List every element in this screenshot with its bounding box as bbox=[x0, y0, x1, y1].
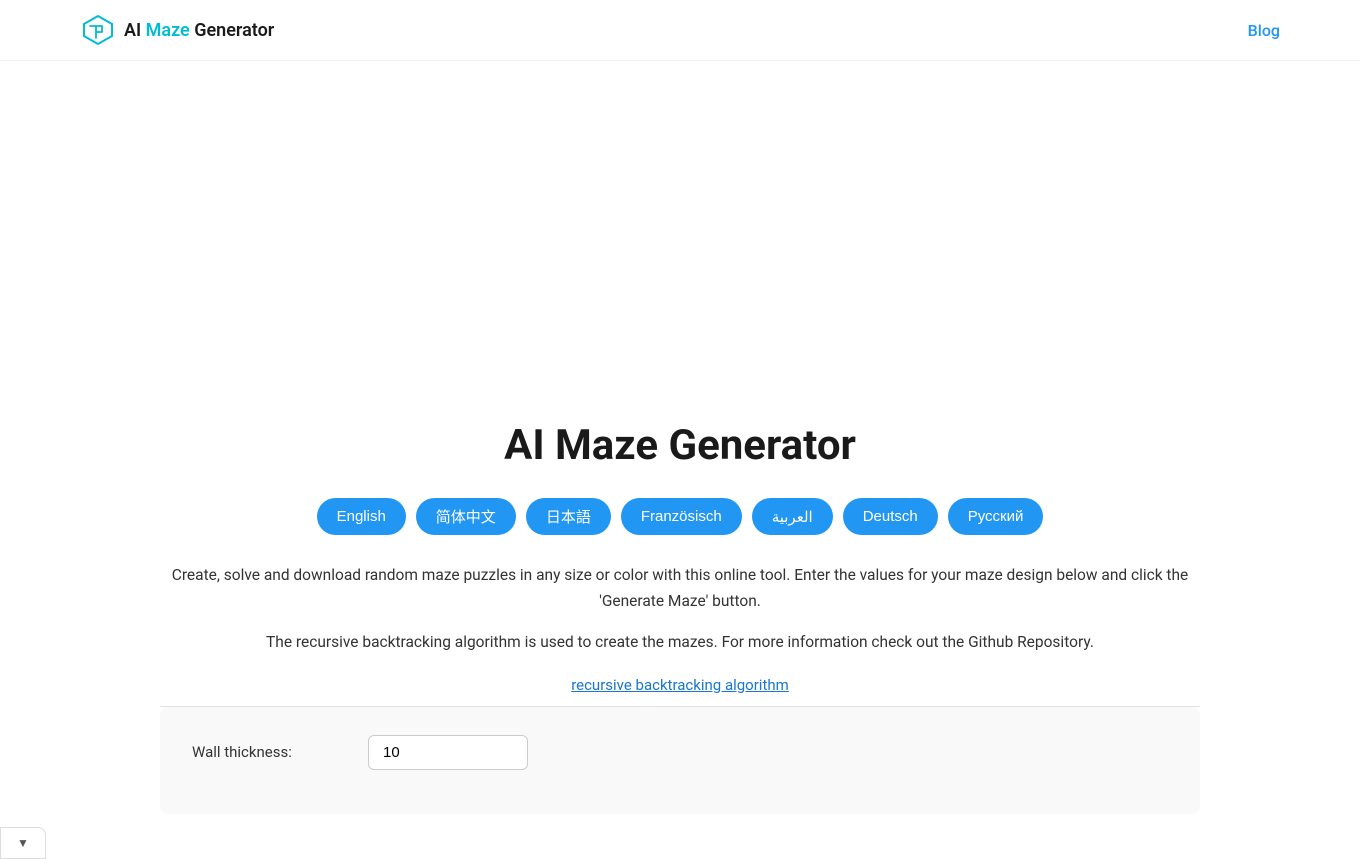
recursive-link[interactable]: recursive backtracking algorithm bbox=[571, 676, 789, 694]
logo-link[interactable]: AI Maze Generator bbox=[80, 12, 274, 48]
collapsed-panel[interactable]: ▼ bbox=[0, 827, 46, 859]
lang-btn-russian[interactable]: Русский bbox=[948, 498, 1044, 535]
ad-banner bbox=[0, 61, 1360, 421]
wall-thickness-label: Wall thickness: bbox=[192, 743, 352, 761]
logo-text: AI Maze Generator bbox=[124, 20, 274, 41]
main-content: AI Maze Generator English 简体中文 日本語 Franz… bbox=[80, 421, 1280, 814]
wall-thickness-row: Wall thickness: bbox=[192, 735, 1168, 770]
language-buttons: English 简体中文 日本語 Französisch العربية Deu… bbox=[317, 498, 1044, 535]
lang-btn-french[interactable]: Französisch bbox=[621, 498, 742, 535]
description-text: Create, solve and download random maze p… bbox=[160, 563, 1200, 614]
wall-thickness-input[interactable] bbox=[368, 735, 528, 770]
blog-link[interactable]: Blog bbox=[1248, 21, 1280, 40]
form-section: Wall thickness: bbox=[160, 707, 1200, 814]
lang-btn-english[interactable]: English bbox=[317, 498, 406, 535]
algorithm-text: The recursive backtracking algorithm is … bbox=[266, 630, 1094, 656]
lang-btn-arabic[interactable]: العربية bbox=[752, 498, 833, 535]
chevron-down-icon: ▼ bbox=[17, 836, 29, 850]
lang-btn-chinese[interactable]: 简体中文 bbox=[416, 498, 516, 535]
page-title: AI Maze Generator bbox=[504, 421, 856, 470]
lang-btn-german[interactable]: Deutsch bbox=[843, 498, 938, 535]
lang-btn-japanese[interactable]: 日本語 bbox=[526, 498, 611, 535]
navbar: AI Maze Generator Blog bbox=[0, 0, 1360, 61]
logo-icon bbox=[80, 12, 116, 48]
